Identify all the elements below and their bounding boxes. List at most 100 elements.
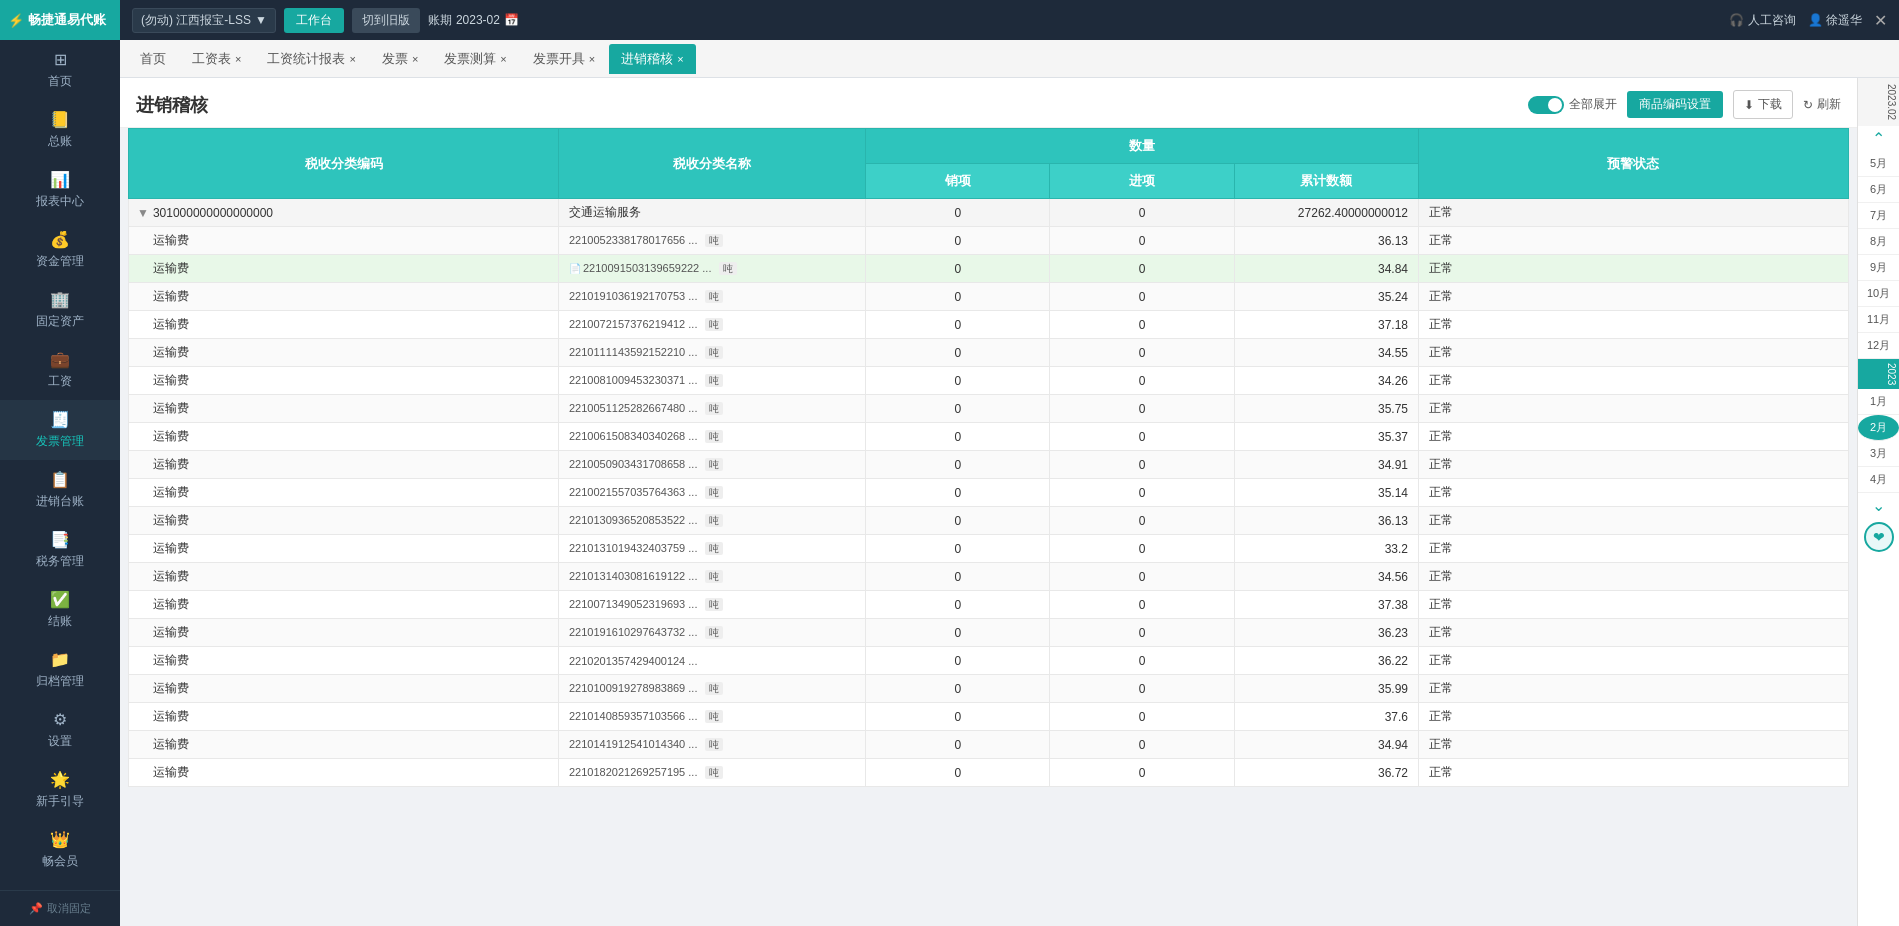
switch-version-button[interactable]: 切到旧版	[352, 8, 420, 33]
cal-month-5[interactable]: 5月	[1858, 151, 1899, 177]
table-cell-cumulative: 35.37	[1234, 423, 1418, 451]
table-cell-cumulative: 34.91	[1234, 451, 1418, 479]
member-icon: 👑	[50, 830, 70, 849]
sales-icon: 📋	[50, 470, 70, 489]
tab-发票测算[interactable]: 发票测算×	[432, 44, 518, 74]
sidebar-item-ledger[interactable]: 📒 总账	[0, 100, 120, 160]
cal-month-4[interactable]: 4月	[1858, 467, 1899, 493]
table-cell-purchase: 0	[1050, 563, 1234, 591]
table-cell-cumulative: 27262.40000000012	[1234, 199, 1418, 227]
period-label: 账期 2023-02 📅	[428, 12, 519, 29]
table-cell-code: 运输费	[129, 619, 559, 647]
cal-month-2-active[interactable]: 2月	[1858, 415, 1899, 441]
sidebar-item-payroll[interactable]: 💼 工资	[0, 340, 120, 400]
cal-month-3[interactable]: 3月	[1858, 441, 1899, 467]
table-cell-status: 正常	[1418, 423, 1848, 451]
sidebar-item-tax[interactable]: 📑 税务管理	[0, 520, 120, 580]
sidebar-item-settings[interactable]: ⚙ 设置	[0, 700, 120, 760]
expand-toggle[interactable]: 全部展开	[1528, 96, 1617, 114]
tab-进销稽核[interactable]: 进销稽核×	[609, 44, 695, 74]
table-cell-sales: 0	[866, 395, 1050, 423]
sidebar-item-invoices[interactable]: 🧾 发票管理	[0, 400, 120, 460]
download-button[interactable]: ⬇ 下载	[1733, 90, 1793, 119]
tab-close-icon[interactable]: ×	[589, 53, 595, 65]
period-prefix: 账期	[428, 12, 452, 29]
company-selector[interactable]: (勿动) 江西报宝-LSS ▼	[132, 8, 276, 33]
table-cell-sales: 0	[866, 311, 1050, 339]
tab-close-icon[interactable]: ×	[349, 53, 355, 65]
sidebar-item-funds[interactable]: 💰 资金管理	[0, 220, 120, 280]
table-cell-invoice: 2210050903431708658 ... 吨	[559, 451, 866, 479]
cal-up-arrow[interactable]: ⌃	[1858, 126, 1899, 151]
cal-month-8[interactable]: 8月	[1858, 229, 1899, 255]
cal-month-1[interactable]: 1月	[1858, 389, 1899, 415]
sidebar-label-archive: 归档管理	[36, 673, 84, 690]
cal-expand-icon[interactable]: ❤	[1864, 522, 1894, 552]
cal-month-7[interactable]: 7月	[1858, 203, 1899, 229]
archive-icon: 📁	[50, 650, 70, 669]
tab-label: 工资统计报表	[267, 50, 345, 68]
table-cell-invoice: 2210052338178017656 ... 吨	[559, 227, 866, 255]
table-cell-status: 正常	[1418, 591, 1848, 619]
table-cell-invoice: 2210191036192170753 ... 吨	[559, 283, 866, 311]
cal-month-10[interactable]: 10月	[1858, 281, 1899, 307]
table-cell-sales: 0	[866, 227, 1050, 255]
table-cell-code: 运输费	[129, 647, 559, 675]
table-cell-purchase: 0	[1050, 591, 1234, 619]
col-cumulative-header: 累计数额	[1234, 164, 1418, 199]
table-cell-sales: 0	[866, 759, 1050, 787]
sidebar-item-reports[interactable]: 📊 报表中心	[0, 160, 120, 220]
table-cell-purchase: 0	[1050, 339, 1234, 367]
table-cell-sales: 0	[866, 423, 1050, 451]
sidebar-label-guide: 新手引导	[36, 793, 84, 810]
table-cell-status: 正常	[1418, 507, 1848, 535]
table-cell-status: 正常	[1418, 395, 1848, 423]
toggle-track[interactable]	[1528, 96, 1564, 114]
cal-down-arrow[interactable]: ⌄	[1858, 493, 1899, 518]
tab-首页[interactable]: 首页	[128, 44, 178, 74]
cal-month-6[interactable]: 6月	[1858, 177, 1899, 203]
tab-发票[interactable]: 发票×	[370, 44, 430, 74]
support-button[interactable]: 🎧 人工咨询	[1729, 12, 1795, 29]
table-cell-sales: 0	[866, 731, 1050, 759]
tab-工资统计报表[interactable]: 工资统计报表 ×	[255, 44, 367, 74]
sidebar-item-home[interactable]: ⊞ 首页	[0, 40, 120, 100]
table-cell-code: 运输费	[129, 507, 559, 535]
table-cell-status: 正常	[1418, 283, 1848, 311]
table-cell-status: 正常	[1418, 563, 1848, 591]
user-menu[interactable]: 👤 徐遥华	[1808, 12, 1862, 29]
company-name: (勿动) 江西报宝-LSS	[141, 12, 251, 29]
settings-icon: ⚙	[53, 710, 67, 729]
sidebar-item-settle[interactable]: ✅ 结账	[0, 580, 120, 640]
sidebar-item-sales[interactable]: 📋 进销台账	[0, 460, 120, 520]
tab-发票开具[interactable]: 发票开具×	[521, 44, 607, 74]
close-icon[interactable]: ✕	[1874, 11, 1887, 30]
product-code-button[interactable]: 商品编码设置	[1627, 91, 1723, 118]
tab-close-icon[interactable]: ×	[235, 53, 241, 65]
tab-close-icon[interactable]: ×	[412, 53, 418, 65]
sidebar-item-guide[interactable]: 🌟 新手引导	[0, 760, 120, 820]
tab-close-icon[interactable]: ×	[677, 53, 683, 65]
refresh-button[interactable]: ↻ 刷新	[1803, 96, 1841, 113]
sidebar-item-archive[interactable]: 📁 归档管理	[0, 640, 120, 700]
sidebar-item-member[interactable]: 👑 畅会员	[0, 820, 120, 880]
tab-bar: 首页工资表×工资统计报表×发票×发票测算×发票开具×进销稽核×	[120, 40, 1899, 78]
tab-close-icon[interactable]: ×	[500, 53, 506, 65]
table-cell-purchase: 0	[1050, 199, 1234, 227]
tab-工资表[interactable]: 工资表×	[180, 44, 253, 74]
cal-year-2022: 2023.02	[1858, 78, 1899, 126]
calendar-icon[interactable]: 📅	[504, 13, 519, 27]
table-cell-sales: 0	[866, 619, 1050, 647]
table-cell-name: 交通运输服务	[559, 199, 866, 227]
cal-month-12[interactable]: 12月	[1858, 333, 1899, 359]
table-cell-cumulative: 34.55	[1234, 339, 1418, 367]
cal-month-9[interactable]: 9月	[1858, 255, 1899, 281]
table-cell-cumulative: 36.22	[1234, 647, 1418, 675]
unpin-button[interactable]: 📌 取消固定	[0, 890, 120, 926]
cal-month-11[interactable]: 11月	[1858, 307, 1899, 333]
table-cell-sales: 0	[866, 255, 1050, 283]
sidebar: ⚡ 畅捷通易代账 ⊞ 首页 📒 总账 📊 报表中心 💰 资金管理 🏢 固定资产 …	[0, 0, 120, 926]
refresh-icon: ↻	[1803, 98, 1813, 112]
worktable-button[interactable]: 工作台	[284, 8, 344, 33]
sidebar-item-assets[interactable]: 🏢 固定资产	[0, 280, 120, 340]
